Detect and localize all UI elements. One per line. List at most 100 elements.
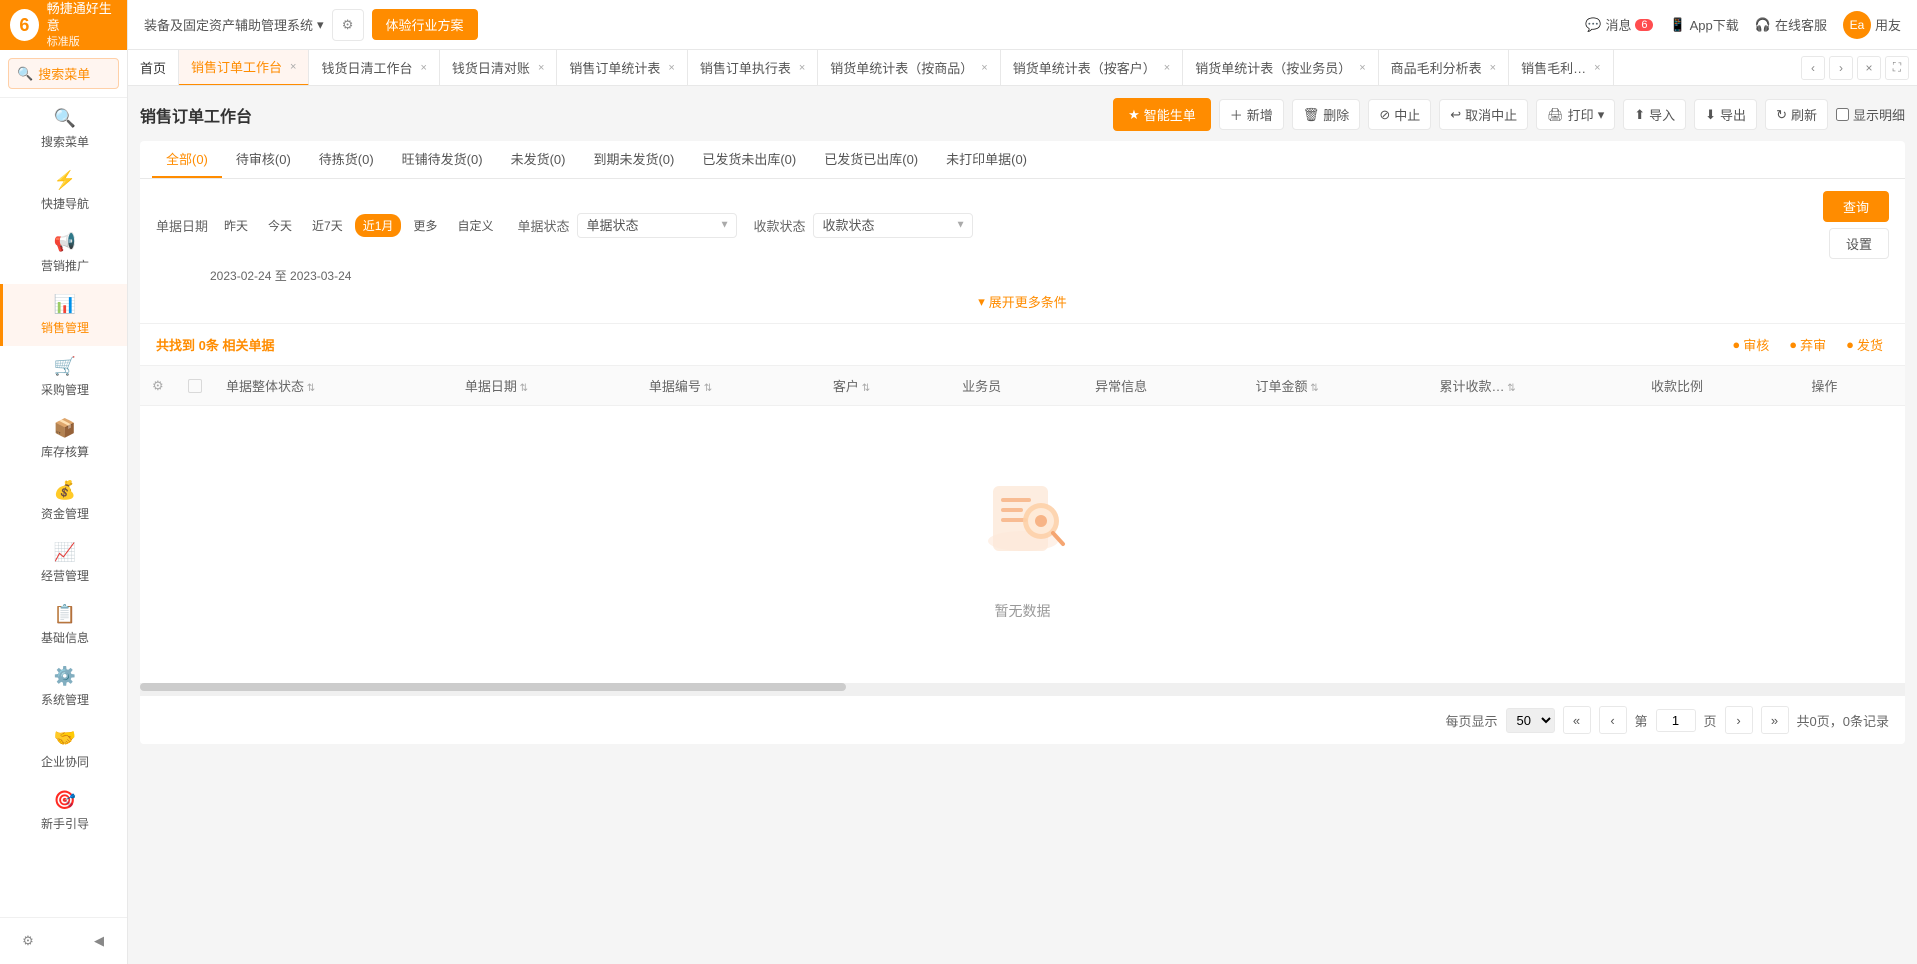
sidebar-item-purchase[interactable]: 🛒 采购管理 [0, 346, 127, 408]
tab-close-7[interactable]: × [1164, 62, 1170, 74]
th-date[interactable]: 单据日期 [453, 366, 637, 406]
query-button[interactable]: 查询 [1823, 191, 1889, 222]
filter-tab-8[interactable]: 未打印单据(0) [932, 141, 1041, 178]
app-download-button[interactable]: 📱 App下载 [1669, 15, 1738, 34]
date-option-昨天[interactable]: 昨天 [216, 214, 256, 237]
horizontal-scrollbar[interactable] [140, 683, 1905, 695]
tab-close-9[interactable]: × [1490, 62, 1496, 74]
settings-button[interactable]: 设置 [1829, 228, 1889, 259]
show-detail-checkbox[interactable] [1836, 108, 1849, 121]
cancel-stop-button[interactable]: ↩ 取消中止 [1439, 99, 1528, 130]
per-page-select[interactable]: 50 [1506, 708, 1555, 733]
tab-close-8[interactable]: × [1359, 62, 1365, 74]
tab-9[interactable]: 商品毛利分析表× [1379, 50, 1509, 86]
solution-button[interactable]: 体验行业方案 [372, 9, 478, 40]
tabs-close-all-button[interactable]: × [1857, 56, 1881, 80]
show-detail-label[interactable]: 显示明细 [1836, 105, 1905, 124]
date-option-近1月[interactable]: 近1月 [355, 214, 402, 237]
sidebar-item-inventory[interactable]: 📦 库存核算 [0, 408, 127, 470]
tab-10[interactable]: 销售毛利…× [1509, 50, 1613, 86]
date-option-自定义[interactable]: 自定义 [449, 214, 501, 237]
scrollbar-thumb[interactable] [140, 683, 846, 691]
tab-close-1[interactable]: × [290, 61, 296, 73]
tab-0[interactable]: 首页 [128, 50, 179, 86]
sidebar-item-cooperation[interactable]: 🤝 企业协同 [0, 718, 127, 780]
unaudit-action-button[interactable]: ● 弃审 [1783, 332, 1832, 357]
tabs-next-button[interactable]: › [1829, 56, 1853, 80]
th-amount[interactable]: 订单金额 [1244, 366, 1428, 406]
tab-close-6[interactable]: × [981, 62, 987, 74]
last-page-button[interactable]: » [1761, 706, 1789, 734]
search-menu-button[interactable]: 🔍 搜索菜单 [8, 58, 119, 89]
tab-1[interactable]: 销售订单工作台× [179, 50, 309, 86]
filter-tab-3[interactable]: 旺铺待发货(0) [388, 141, 497, 178]
tab-6[interactable]: 销货单统计表（按商品）× [818, 50, 1000, 86]
prev-page-button[interactable]: ‹ [1599, 706, 1627, 734]
th-customer[interactable]: 客户 [821, 366, 950, 406]
filter-tab-5[interactable]: 到期未发货(0) [579, 141, 688, 178]
date-option-更多[interactable]: 更多 [405, 214, 445, 237]
import-button[interactable]: ⬆ 导入 [1623, 99, 1686, 130]
status-select-wrap: 单据状态 [577, 213, 737, 238]
tab-close-5[interactable]: × [799, 62, 805, 74]
tab-label-5: 销售订单执行表 [700, 58, 791, 77]
tab-5[interactable]: 销售订单执行表 × [688, 50, 818, 86]
payment-select[interactable]: 收款状态 [813, 213, 973, 238]
add-button[interactable]: ＋ 新增 [1219, 99, 1284, 130]
tab-7[interactable]: 销货单统计表（按客户）× [1001, 50, 1183, 86]
expand-button[interactable]: ▾ 展开更多条件 [978, 292, 1067, 311]
filter-tab-6[interactable]: 已发货未出库(0) [688, 141, 810, 178]
first-page-button[interactable]: « [1563, 706, 1591, 734]
tabs-prev-button[interactable]: ‹ [1801, 56, 1825, 80]
sidebar-item-system[interactable]: ⚙️ 系统管理 [0, 656, 127, 718]
next-page-button[interactable]: › [1725, 706, 1753, 734]
topbar-settings-button[interactable]: ⚙ [332, 9, 364, 41]
sidebar-item-search[interactable]: 🔍 搜索菜单 [0, 98, 127, 160]
tab-2[interactable]: 钱货日清工作台× [309, 50, 439, 86]
tab-close-4[interactable]: × [668, 62, 674, 74]
tab-8[interactable]: 销货单统计表（按业务员）× [1183, 50, 1378, 86]
tab-close-3[interactable]: × [538, 62, 544, 74]
tab-3[interactable]: 钱货日清对账× [440, 50, 557, 86]
user-menu-button[interactable]: Ea 用友 [1843, 11, 1901, 39]
export-button[interactable]: ⬇ 导出 [1694, 99, 1757, 130]
tab-4[interactable]: 销售订单统计表× [557, 50, 687, 86]
stop-button[interactable]: ⊘ 中止 [1368, 99, 1431, 130]
sidebar-item-quick-nav[interactable]: ⚡ 快捷导航 [0, 160, 127, 222]
sidebar-item-basic-info[interactable]: 📋 基础信息 [0, 594, 127, 656]
th-status[interactable]: 单据整体状态 [214, 366, 453, 406]
date-option-今天[interactable]: 今天 [260, 214, 300, 237]
ship-action-button[interactable]: ● 发货 [1840, 332, 1889, 357]
sidebar-item-marketing[interactable]: 📢 营销推广 [0, 222, 127, 284]
online-service-button[interactable]: 🎧 在线客服 [1755, 15, 1827, 34]
status-select[interactable]: 单据状态 [577, 213, 737, 238]
message-button[interactable]: 💬 消息 6 [1585, 15, 1653, 34]
delete-button[interactable]: 🗑 删除 [1292, 99, 1361, 130]
date-option-近7天[interactable]: 近7天 [304, 214, 351, 237]
filter-tab-7[interactable]: 已发货已出库(0) [810, 141, 932, 178]
tabs-maximize-button[interactable]: ⛶ [1885, 56, 1909, 80]
sidebar-item-sales[interactable]: 📊 销售管理 [0, 284, 127, 346]
filter-tab-4[interactable]: 未发货(0) [497, 141, 580, 178]
page-input[interactable] [1656, 709, 1696, 732]
filter-tab-2[interactable]: 待拣货(0) [305, 141, 388, 178]
column-settings-icon[interactable]: ⚙ [152, 378, 164, 393]
sidebar-item-guide[interactable]: 🎯 新手引导 [0, 780, 127, 842]
tab-close-10[interactable]: × [1594, 62, 1600, 74]
filter-tab-1[interactable]: 待审核(0) [222, 141, 305, 178]
audit-action-button[interactable]: ● 审核 [1726, 332, 1775, 357]
refresh-button[interactable]: ↻ 刷新 [1765, 99, 1828, 130]
sidebar-collapse-button[interactable]: ◀ [79, 926, 119, 956]
sidebar-settings-button[interactable]: ⚙ [8, 926, 48, 956]
sidebar-logo[interactable]: 6 畅捷通好生意 标准版 [0, 0, 127, 50]
print-button[interactable]: 🖨 打印 ▾ [1536, 99, 1615, 130]
system-title-dropdown[interactable]: 装备及固定资产辅助管理系统 ▾ [144, 15, 324, 34]
sidebar-item-finance[interactable]: 💰 资金管理 [0, 470, 127, 532]
select-all-checkbox[interactable] [188, 379, 202, 393]
th-collected[interactable]: 累计收款… [1428, 366, 1639, 406]
smart-create-button[interactable]: ★ 智能生单 [1113, 98, 1211, 131]
filter-tab-0[interactable]: 全部(0) [152, 141, 222, 178]
sidebar-item-operation[interactable]: 📈 经营管理 [0, 532, 127, 594]
th-number[interactable]: 单据编号 [637, 366, 821, 406]
tab-close-2[interactable]: × [420, 62, 426, 74]
